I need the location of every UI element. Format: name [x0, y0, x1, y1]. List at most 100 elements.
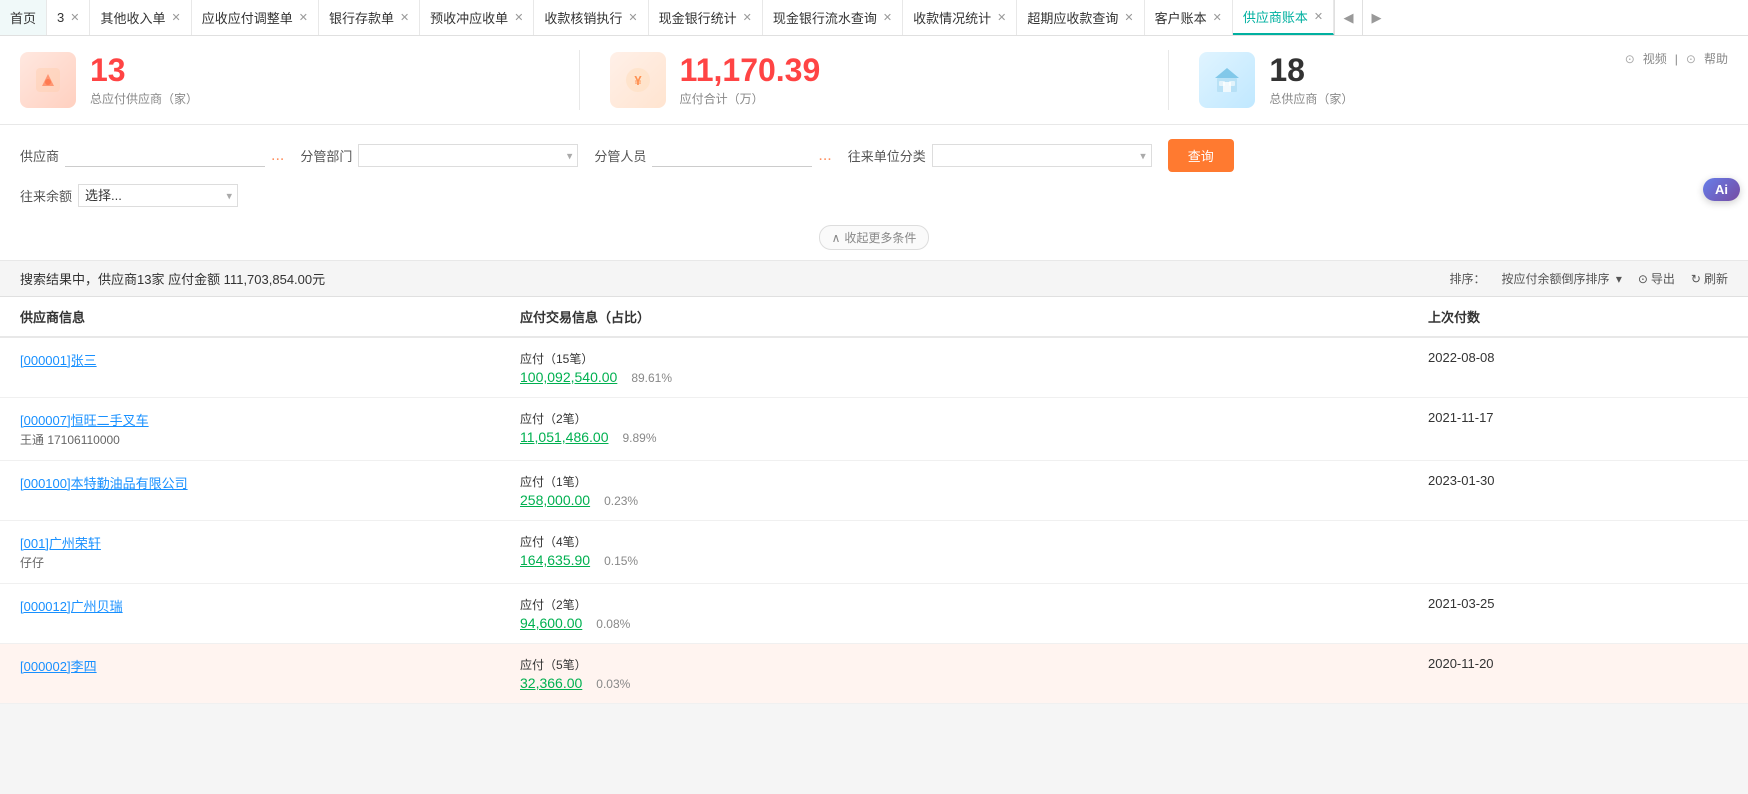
supplier-dots[interactable]: ...	[271, 147, 284, 165]
close-pre-receive[interactable]: ✕	[514, 11, 523, 24]
stat-payable-text: 13 总应付供应商（家）	[90, 54, 198, 107]
tx-amount[interactable]: 164,635.90	[520, 552, 590, 568]
supplier-info-cell: [000007]恒旺二手叉车 王通 17106110000	[20, 410, 520, 448]
supplier-info-cell: [000100]本特勤油品有限公司	[20, 473, 520, 492]
tx-info-cell: 应付（15笔） 100,092,540.00 89.61%	[520, 350, 1428, 385]
collapse-label: 收起更多条件	[844, 229, 916, 246]
supplier-link[interactable]: [001]广州荣轩	[20, 536, 101, 551]
nav-supplier-ledger[interactable]: 供应商账本 ✕	[1233, 0, 1334, 35]
supplier-info-cell: [000001]张三	[20, 350, 520, 369]
nav-adjust[interactable]: 应收应付调整单 ✕	[192, 0, 319, 35]
collapse-bar: ∧ 收起更多条件	[20, 219, 1728, 260]
tx-info-cell: 应付（5笔） 32,366.00 0.03%	[520, 656, 1428, 691]
close-overdue[interactable]: ✕	[1124, 11, 1133, 24]
top-navigation: 首页 3 ✕ 其他收入单 ✕ 应收应付调整单 ✕ 银行存款单 ✕ 预收冲应收单 …	[0, 0, 1748, 36]
payable-suppliers-icon	[20, 52, 76, 108]
refresh-icon: ↻	[1691, 272, 1701, 286]
sort-value[interactable]: 按应付余额倒序排序 ▾	[1501, 270, 1621, 287]
nav-left-arrow[interactable]: ◀	[1334, 0, 1362, 36]
nav-other-income[interactable]: 其他收入单 ✕	[90, 0, 191, 35]
balance-select[interactable]: 选择...	[78, 184, 238, 207]
supplier-filter-label: 供应商	[20, 146, 59, 165]
nav-overdue[interactable]: 超期应收款查询 ✕	[1017, 0, 1144, 35]
query-button[interactable]: 查询	[1168, 139, 1234, 172]
dept-select[interactable]	[358, 144, 578, 167]
filter-person: 分管人员 ...	[594, 145, 831, 167]
stat-divider-2	[1168, 50, 1169, 110]
person-dots[interactable]: ...	[818, 147, 831, 165]
tx-pct: 0.08%	[596, 617, 630, 631]
export-button[interactable]: ⊙ 导出	[1638, 270, 1675, 287]
video-link[interactable]: 视频	[1643, 50, 1667, 67]
help-link[interactable]: 帮助	[1704, 50, 1728, 67]
tx-pct: 0.23%	[604, 494, 638, 508]
svg-text:¥: ¥	[634, 73, 642, 88]
tx-amount[interactable]: 94,600.00	[520, 615, 582, 631]
close-adjust[interactable]: ✕	[299, 11, 308, 24]
tx-amount[interactable]: 258,000.00	[520, 492, 590, 508]
nav-tab3[interactable]: 3 ✕	[47, 0, 90, 35]
close-verify[interactable]: ✕	[628, 11, 637, 24]
tx-pct: 89.61%	[631, 371, 672, 385]
supplier-link[interactable]: [000012]广州贝瑞	[20, 599, 123, 614]
person-input[interactable]	[652, 145, 812, 167]
export-icon: ⊙	[1638, 272, 1648, 286]
collapse-icon: ∧	[832, 231, 841, 245]
tx-amount[interactable]: 32,366.00	[520, 675, 582, 691]
nav-cash-stats[interactable]: 现金银行统计 ✕	[649, 0, 763, 35]
payable-amount-icon: ¥	[610, 52, 666, 108]
balance-filter-label: 往来余额	[20, 186, 72, 205]
close-bank-deposit[interactable]: ✕	[400, 11, 409, 24]
supplier-link[interactable]: [000100]本特勤油品有限公司	[20, 476, 188, 491]
collapse-button[interactable]: ∧ 收起更多条件	[819, 225, 930, 250]
table-row: [000012]广州贝瑞 应付（2笔） 94,600.00 0.08% 2021…	[0, 584, 1748, 644]
tx-amount[interactable]: 100,092,540.00	[520, 369, 617, 385]
ai-button[interactable]: Ai	[1703, 178, 1740, 201]
stat-payable-suppliers: 13 总应付供应商（家）	[20, 52, 549, 108]
category-select[interactable]	[932, 144, 1152, 167]
filter-row-1: 供应商 ... 分管部门 分管人员 ... 往来单位分类 查询	[20, 139, 1728, 172]
nav-pre-receive[interactable]: 预收冲应收单 ✕	[420, 0, 534, 35]
stat-divider-1	[579, 50, 580, 110]
supplier-table: 供应商信息 应付交易信息（占比） 上次付数 [000001]张三 应付（15笔）…	[0, 297, 1748, 704]
last-pay-cell: 2022-08-08	[1428, 350, 1728, 365]
nav-verify[interactable]: 收款核销执行 ✕	[534, 0, 648, 35]
sort-chevron-icon: ▾	[1616, 272, 1622, 286]
nav-right-arrow[interactable]: ▶	[1362, 0, 1390, 36]
close-other-income[interactable]: ✕	[171, 11, 180, 24]
balance-select-wrap: 选择...	[78, 184, 238, 207]
supplier-sub: 王通 17106110000	[20, 431, 520, 448]
col-tx-info: 应付交易信息（占比）	[520, 307, 1428, 326]
dept-filter-label: 分管部门	[300, 146, 352, 165]
supplier-input[interactable]	[65, 145, 265, 167]
close-cash-flow[interactable]: ✕	[883, 11, 892, 24]
person-filter-label: 分管人员	[594, 146, 646, 165]
last-pay-cell: 2021-11-17	[1428, 410, 1728, 425]
stat-total-text: 18 总供应商（家）	[1269, 54, 1353, 107]
supplier-link[interactable]: [000001]张三	[20, 353, 97, 368]
nav-cash-flow[interactable]: 现金银行流水查询 ✕	[763, 0, 903, 35]
close-payment-stats[interactable]: ✕	[997, 11, 1006, 24]
close-customer-ledger[interactable]: ✕	[1213, 11, 1222, 24]
supplier-info-cell: [000012]广州贝瑞	[20, 596, 520, 615]
tx-info-cell: 应付（1笔） 258,000.00 0.23%	[520, 473, 1428, 508]
top-right-links: ⊙ 视频 | ⊙ 帮助	[1625, 50, 1728, 67]
nav-customer-ledger[interactable]: 客户账本 ✕	[1145, 0, 1233, 35]
last-pay-cell: 2020-11-20	[1428, 656, 1728, 671]
category-filter-label: 往来单位分类	[848, 146, 926, 165]
nav-payment-stats[interactable]: 收款情况统计 ✕	[903, 0, 1017, 35]
close-cash-stats[interactable]: ✕	[743, 11, 752, 24]
supplier-link[interactable]: [000002]李四	[20, 659, 97, 674]
table-header: 供应商信息 应付交易信息（占比） 上次付数	[0, 297, 1748, 338]
tx-info-cell: 应付（4笔） 164,635.90 0.15%	[520, 533, 1428, 568]
tx-info-cell: 应付（2笔） 11,051,486.00 9.89%	[520, 410, 1428, 445]
result-info: 搜索结果中，供应商13家 应付金额 111,703,854.00元	[20, 269, 325, 288]
nav-bank-deposit[interactable]: 银行存款单 ✕	[319, 0, 420, 35]
filter-balance: 往来余额 选择...	[20, 184, 238, 207]
tx-amount[interactable]: 11,051,486.00	[520, 429, 609, 445]
close-supplier-ledger[interactable]: ✕	[1314, 10, 1323, 23]
supplier-link[interactable]: [000007]恒旺二手叉车	[20, 413, 149, 428]
close-tab3[interactable]: ✕	[70, 11, 79, 24]
nav-home[interactable]: 首页	[0, 0, 47, 35]
refresh-button[interactable]: ↻ 刷新	[1691, 270, 1728, 287]
